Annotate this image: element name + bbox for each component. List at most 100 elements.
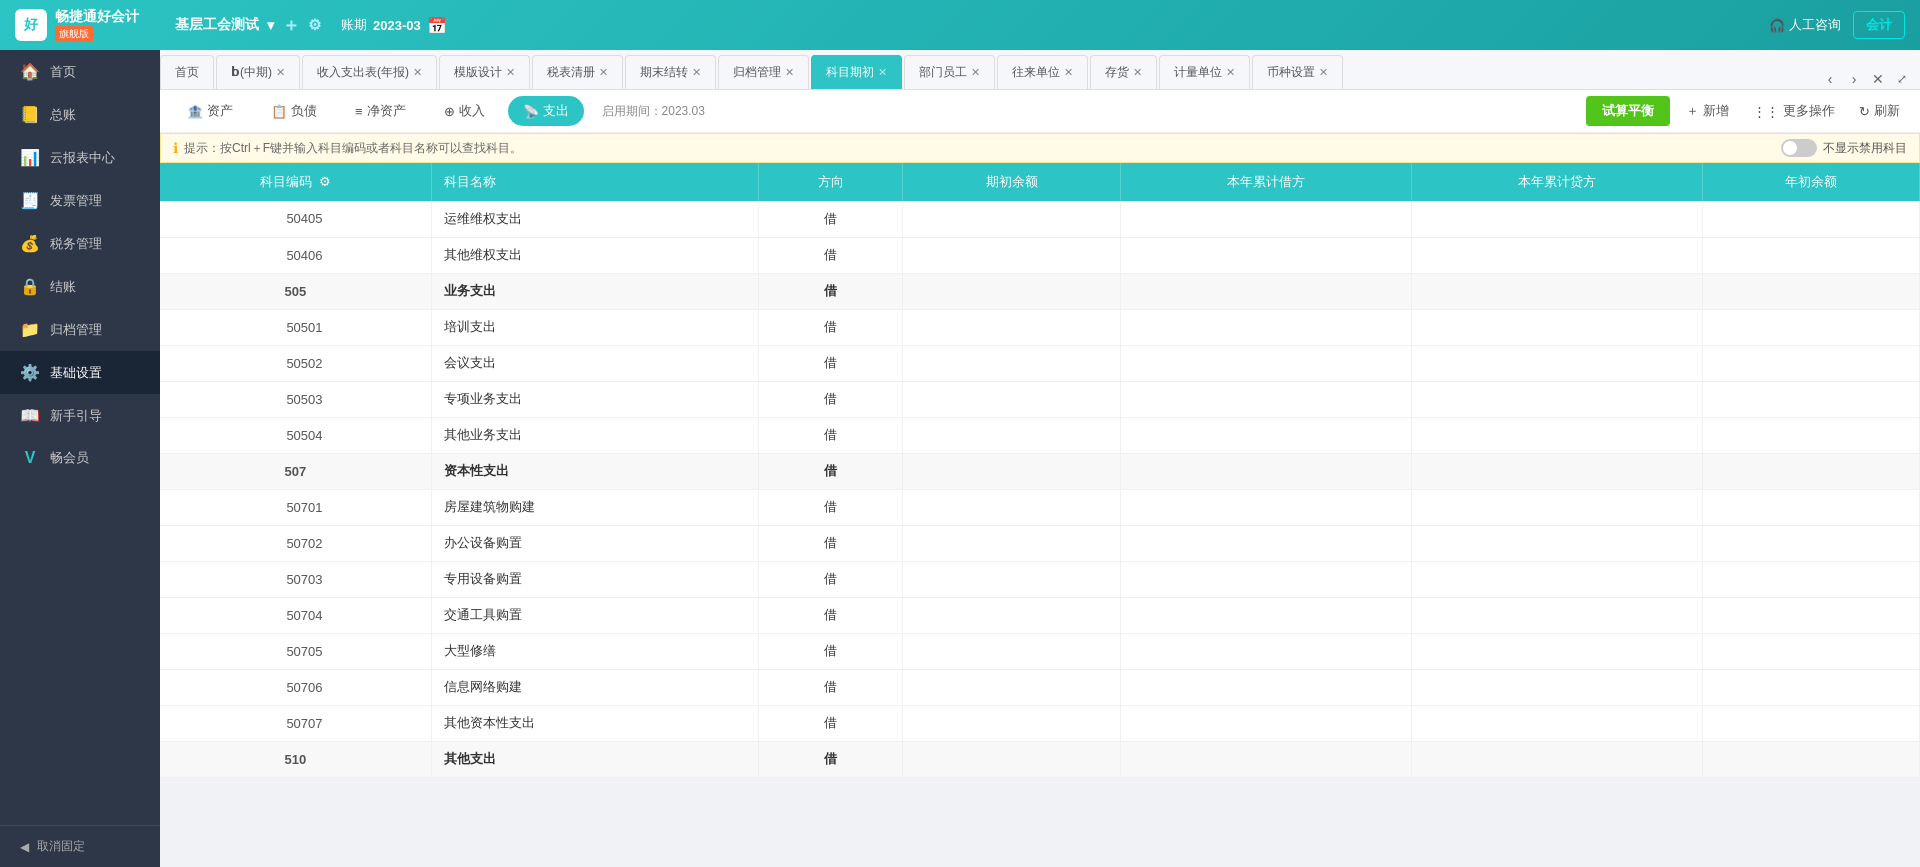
tab-close-tax-clear[interactable]: ✕ [599,66,608,79]
table-row[interactable]: 510 其他支出 借 [160,741,1920,777]
category-tab-net-asset[interactable]: ≡ 净资产 [340,96,421,126]
period-info: 账期 2023-03 📅 [341,16,447,35]
table-row[interactable]: 50702 办公设备购置 借 [160,525,1920,561]
tab-close-subject-init[interactable]: ✕ [878,66,887,79]
tab-archive-mgmt[interactable]: 归档管理 ✕ [718,55,809,89]
cell-name: 会议支出 [431,345,759,381]
tab-dept-label: 部门员工 [919,64,967,81]
table-row[interactable]: 50406 其他维权支出 借 [160,237,1920,273]
table-row[interactable]: 50405 运维维权支出 借 [160,201,1920,237]
tab-income-year[interactable]: 收入支出表(年报) ✕ [302,55,437,89]
tab-client[interactable]: 往来单位 ✕ [997,55,1088,89]
sidebar-item-member[interactable]: V 畅会员 [0,437,160,479]
table-row[interactable]: 50707 其他资本性支出 借 [160,705,1920,741]
tab-close-inventory[interactable]: ✕ [1133,66,1142,79]
sidebar-item-home[interactable]: 🏠 首页 [0,50,160,93]
sidebar-label-member: 畅会员 [50,449,89,467]
cell-direction: 借 [759,273,903,309]
table-row[interactable]: 50502 会议支出 借 [160,345,1920,381]
service-button[interactable]: 🎧 人工咨询 [1769,16,1841,34]
sidebar-item-settings[interactable]: ⚙️ 基础设置 [0,351,160,394]
cell-direction: 借 [759,489,903,525]
sidebar-collapse-btn[interactable]: ◀︎ 取消固定 [0,825,160,867]
tab-scroll-left[interactable]: ‹ [1820,69,1840,89]
sidebar-item-ledger[interactable]: 📒 总账 [0,93,160,136]
tab-template[interactable]: 模版设计 ✕ [439,55,530,89]
company-selector[interactable]: 基层工会测试 ▾ ＋ ⚙ [175,13,321,37]
cell-code: 50702 [160,525,431,561]
sidebar-label-guide: 新手引导 [50,407,102,425]
category-tab-expense[interactable]: 📡 支出 [508,96,584,126]
tab-fullscreen[interactable]: ⤢ [1892,69,1912,89]
table-row[interactable]: 507 资本性支出 借 [160,453,1920,489]
account-button[interactable]: 会计 [1853,11,1905,39]
sidebar-item-tax[interactable]: 💰 税务管理 [0,222,160,265]
sidebar-item-guide[interactable]: 📖 新手引导 [0,394,160,437]
tab-scroll-right[interactable]: › [1844,69,1864,89]
table-row[interactable]: 50705 大型修缮 借 [160,633,1920,669]
th-code: 科目编码 ⚙ [160,163,431,201]
tab-close-archive-mgmt[interactable]: ✕ [785,66,794,79]
balance-button[interactable]: 试算平衡 [1586,96,1670,126]
table-row[interactable]: 50704 交通工具购置 借 [160,597,1920,633]
cell-opening [903,237,1120,273]
table-row[interactable]: 50501 培训支出 借 [160,309,1920,345]
tab-home[interactable]: 首页 [160,55,214,89]
sub-header-right: 试算平衡 ＋ 新增 ⋮⋮ 更多操作 ↻ 刷新 [1586,96,1908,126]
tab-balance-mid[interactable]: 𝗯(中期) ✕ [216,55,300,89]
add-company-icon[interactable]: ＋ [282,13,300,37]
sidebar-item-reports[interactable]: 📊 云报表中心 [0,136,160,179]
cell-ytd-debit [1120,381,1411,417]
table-row[interactable]: 50503 专项业务支出 借 [160,381,1920,417]
tab-inventory[interactable]: 存货 ✕ [1090,55,1157,89]
more-button[interactable]: ⋮⋮ 更多操作 [1745,98,1843,124]
cell-year-start [1702,309,1919,345]
tab-close-period-end[interactable]: ✕ [692,66,701,79]
tab-close-client[interactable]: ✕ [1064,66,1073,79]
cell-opening [903,561,1120,597]
tab-subject-init[interactable]: 科目期初 ✕ [811,55,902,89]
refresh-button[interactable]: ↻ 刷新 [1851,98,1908,124]
tab-tax-clear[interactable]: 税表清册 ✕ [532,55,623,89]
tab-close-unit[interactable]: ✕ [1226,66,1235,79]
table-row[interactable]: 50706 信息网络购建 借 [160,669,1920,705]
home-icon: 🏠 [20,62,40,81]
tab-close-dept[interactable]: ✕ [971,66,980,79]
tab-period-end[interactable]: 期末结转 ✕ [625,55,716,89]
sidebar-item-closing[interactable]: 🔒 结账 [0,265,160,308]
tab-unit[interactable]: 计量单位 ✕ [1159,55,1250,89]
tab-close-currency[interactable]: ✕ [1319,66,1328,79]
tab-close-income-year[interactable]: ✕ [413,66,422,79]
calendar-icon[interactable]: 📅 [427,16,447,35]
column-settings-icon[interactable]: ⚙ [319,174,331,189]
category-tab-income[interactable]: ⊕ 收入 [429,96,500,126]
table-row[interactable]: 50703 专用设备购置 借 [160,561,1920,597]
tab-close-balance-mid[interactable]: ✕ [276,66,285,79]
cell-year-start [1702,525,1919,561]
table-row[interactable]: 50701 房屋建筑物购建 借 [160,489,1920,525]
tab-close-all[interactable]: ✕ [1868,69,1888,89]
cell-ytd-debit [1120,633,1411,669]
closing-icon: 🔒 [20,277,40,296]
table-row[interactable]: 505 业务支出 借 [160,273,1920,309]
sidebar-item-invoice[interactable]: 🧾 发票管理 [0,179,160,222]
tab-dept[interactable]: 部门员工 ✕ [904,55,995,89]
sidebar-label-tax: 税务管理 [50,235,102,253]
add-button[interactable]: ＋ 新增 [1678,98,1737,124]
table-row[interactable]: 50504 其他业务支出 借 [160,417,1920,453]
tab-close-template[interactable]: ✕ [506,66,515,79]
cell-year-start [1702,453,1919,489]
cell-name: 其他支出 [431,741,759,777]
settings-icon[interactable]: ⚙ [308,16,321,34]
category-tab-liability[interactable]: 📋 负债 [256,96,332,126]
tab-currency[interactable]: 币种设置 ✕ [1252,55,1343,89]
subjects-table: 科目编码 ⚙ 科目名称 方向 期初余额 本年累计借方 本年累计贷方 年初余额 [160,163,1920,778]
cell-year-start [1702,741,1919,777]
th-opening: 期初余额 [903,163,1120,201]
th-name: 科目名称 [431,163,759,201]
hide-disabled-toggle[interactable] [1781,139,1817,157]
category-tab-asset[interactable]: 🏦 资产 [172,96,248,126]
cell-ytd-debit [1120,489,1411,525]
sidebar-item-archive[interactable]: 📁 归档管理 [0,308,160,351]
tab-unit-label: 计量单位 [1174,64,1222,81]
